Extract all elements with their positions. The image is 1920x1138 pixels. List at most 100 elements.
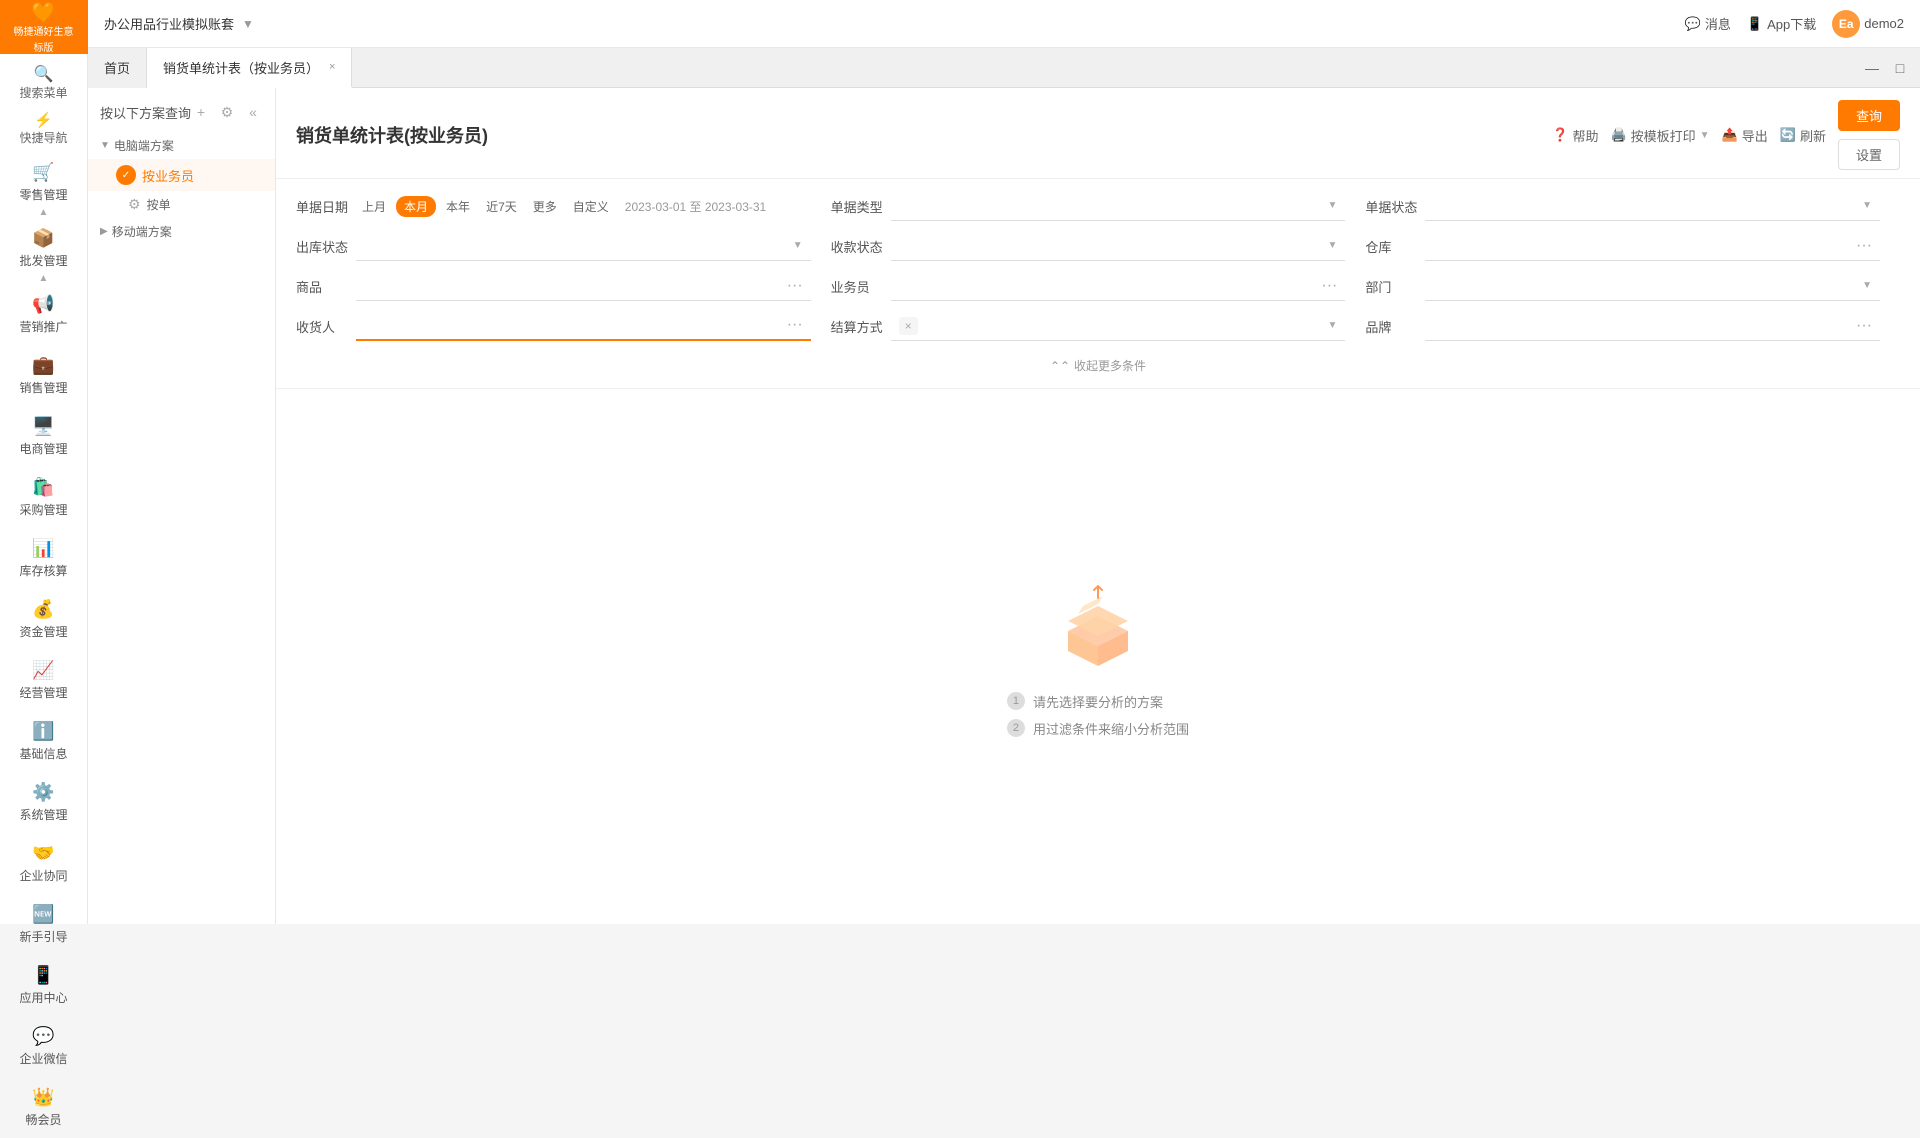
sidebar-item-newbie[interactable]: 🆕 新手引导 (0, 894, 87, 955)
sidebar-item-basic[interactable]: ℹ️ 基础信息 (0, 711, 87, 772)
scheme-item-by-salesperson[interactable]: ✓ 按业务员 (88, 159, 275, 191)
receiver-input[interactable]: ··· (356, 311, 811, 341)
filter-brand: 品牌 ··· (1365, 311, 1900, 341)
sidebar-item-finance[interactable]: 💰 资金管理 (0, 589, 87, 650)
goods-input[interactable]: ··· (356, 271, 811, 301)
date-7days[interactable]: 近7天 (480, 196, 523, 217)
settings-scheme-button[interactable]: ⚙ (217, 102, 237, 122)
sidebar-item-purchase[interactable]: 🛍️ 采购管理 (0, 467, 87, 528)
date-custom[interactable]: 自定义 (567, 196, 615, 217)
filter-pay-status: 收款状态 ▼ (831, 231, 1366, 261)
collapse-label: 收起更多条件 (1074, 357, 1146, 374)
doc-type-select[interactable]: ▼ (891, 191, 1346, 221)
sidebar-item-ecommerce[interactable]: 🖥️ 电商管理 (0, 406, 87, 467)
export-button[interactable]: 📤 导出 (1722, 126, 1768, 145)
doc-status-select[interactable]: ▼ (1425, 191, 1880, 221)
warehouse-dots[interactable]: ··· (1856, 237, 1872, 255)
sidebar-item-label: 新手引导 (19, 928, 67, 945)
refresh-label: 刷新 (1800, 126, 1826, 145)
out-status-select[interactable]: ▼ (356, 231, 811, 261)
main-area: 办公用品行业模拟账套 ▼ 💬 消息 📱 App下载 Ea demo2 首页 销货… (88, 0, 1920, 924)
download-icon: 📱 (1747, 16, 1763, 32)
marketing-icon: 📢 (32, 294, 54, 315)
sidebar-item-retail[interactable]: 🛒 零售管理 (0, 152, 87, 213)
sidebar-item-operations[interactable]: 📈 经营管理 (0, 650, 87, 711)
brand-label: 品牌 (1365, 317, 1417, 336)
payment-tag: × (899, 317, 918, 335)
brand-dots[interactable]: ··· (1856, 317, 1872, 335)
pc-category[interactable]: ▼ 电脑端方案 (88, 132, 275, 159)
app-download-button[interactable]: 📱 App下载 (1747, 14, 1816, 33)
sidebar-item-inventory[interactable]: 📊 库存核算 (0, 528, 87, 589)
user-profile[interactable]: Ea demo2 (1832, 10, 1904, 38)
receiver-dots[interactable]: ··· (787, 316, 803, 334)
dept-select[interactable]: ▼ (1425, 271, 1880, 301)
left-panel-icons: + ⚙ « (191, 102, 263, 122)
sidebar-item-cooperation[interactable]: 🤝 企业协同 (0, 833, 87, 894)
query-button[interactable]: 查询 (1838, 100, 1900, 131)
brand-input[interactable]: ··· (1425, 311, 1880, 341)
salesperson-dots[interactable]: ··· (1321, 277, 1337, 295)
date-more[interactable]: 更多 (527, 196, 563, 217)
empty-tip-2: 2 用过滤条件来缩小分析范围 (1007, 719, 1189, 738)
tab-close-button[interactable]: × (329, 61, 335, 73)
app-download-label: App下载 (1767, 14, 1816, 33)
sidebar-item-label: 畅会员 (25, 1111, 61, 1128)
inventory-icon: 📊 (32, 538, 54, 559)
salesperson-input[interactable]: ··· (891, 271, 1346, 301)
filter-dept: 部门 ▼ (1365, 271, 1900, 301)
wholesale-expand[interactable]: ▲ (39, 273, 49, 284)
date-range: 2023-03-01 至 2023-03-31 (625, 198, 766, 215)
tab-home[interactable]: 首页 (88, 48, 147, 88)
goods-dots[interactable]: ··· (787, 277, 803, 295)
sidebar-item-label: 企业协同 (19, 867, 67, 884)
topbar-dropdown[interactable]: ▼ (242, 17, 254, 31)
collapse-bar[interactable]: ⌃⌃ 收起更多条件 (296, 351, 1900, 376)
retail-expand[interactable]: ▲ (39, 207, 49, 218)
sidebar-item-member[interactable]: 👑 畅会员 (0, 1077, 87, 1138)
settings-button[interactable]: 设置 (1838, 139, 1900, 170)
add-scheme-button[interactable]: + (191, 102, 211, 122)
scheme-sub-item-by-order[interactable]: ⚙ 按单 (88, 191, 275, 218)
sidebar-item-wechat[interactable]: 💬 企业微信 (0, 1016, 87, 1077)
member-icon: 👑 (32, 1087, 54, 1108)
date-prev-month[interactable]: 上月 (356, 196, 392, 217)
tab-maximize-button[interactable]: □ (1888, 56, 1912, 80)
sidebar-item-system[interactable]: ⚙️ 系统管理 (0, 772, 87, 833)
sidebar-search[interactable]: 🔍 搜索菜单 (0, 54, 87, 107)
date-this-year[interactable]: 本年 (440, 196, 476, 217)
out-status-chevron: ▼ (793, 240, 803, 251)
tab-active[interactable]: 销货单统计表（按业务员） × (147, 48, 352, 88)
sidebar-item-label: 企业微信 (19, 1050, 67, 1067)
sidebar-item-wholesale[interactable]: 📦 批发管理 (0, 218, 87, 279)
pc-category-label: 电脑端方案 (114, 137, 174, 154)
sidebar-item-appcenter[interactable]: 📱 应用中心 (0, 955, 87, 1016)
payment-tag-close[interactable]: × (905, 319, 912, 333)
tab-actions: — □ (1860, 56, 1920, 80)
print-button[interactable]: 🖨️ 按模板打印 ▼ (1610, 126, 1709, 145)
user-avatar: Ea (1832, 10, 1860, 38)
sub-item-label: 按单 (147, 196, 171, 213)
sidebar-quick-nav[interactable]: ⚡ 快捷导航 (0, 107, 87, 152)
filter-doc-status: 单据状态 ▼ (1365, 191, 1900, 221)
print-dropdown-icon[interactable]: ▼ (1700, 130, 1710, 141)
sidebar-item-label: 零售管理 (19, 186, 67, 203)
date-this-month[interactable]: 本月 (396, 196, 436, 217)
help-button[interactable]: ❓ 帮助 (1552, 126, 1598, 145)
date-filter: 上月 本月 本年 近7天 更多 自定义 2023-03-01 至 2023-03… (356, 196, 766, 217)
sidebar-item-marketing[interactable]: 📢 营销推广 (0, 284, 87, 345)
logo-icon: 🧡 (31, 0, 56, 25)
mobile-category[interactable]: ▶ 移动端方案 (88, 218, 275, 245)
pay-status-select[interactable]: ▼ (891, 231, 1346, 261)
payment-method-select[interactable]: × ▼ (891, 311, 1346, 341)
finance-icon: 💰 (32, 599, 54, 620)
filter-salesperson: 业务员 ··· (831, 271, 1366, 301)
warehouse-input[interactable]: ··· (1425, 231, 1880, 261)
sidebar-item-sales[interactable]: 💼 销售管理 (0, 345, 87, 406)
message-button[interactable]: 💬 消息 (1685, 14, 1731, 33)
dept-chevron: ▼ (1862, 280, 1872, 291)
help-label: 帮助 (1572, 126, 1598, 145)
refresh-button[interactable]: 🔄 刷新 (1780, 126, 1826, 145)
collapse-panel-button[interactable]: « (243, 102, 263, 122)
tab-minimize-button[interactable]: — (1860, 56, 1884, 80)
